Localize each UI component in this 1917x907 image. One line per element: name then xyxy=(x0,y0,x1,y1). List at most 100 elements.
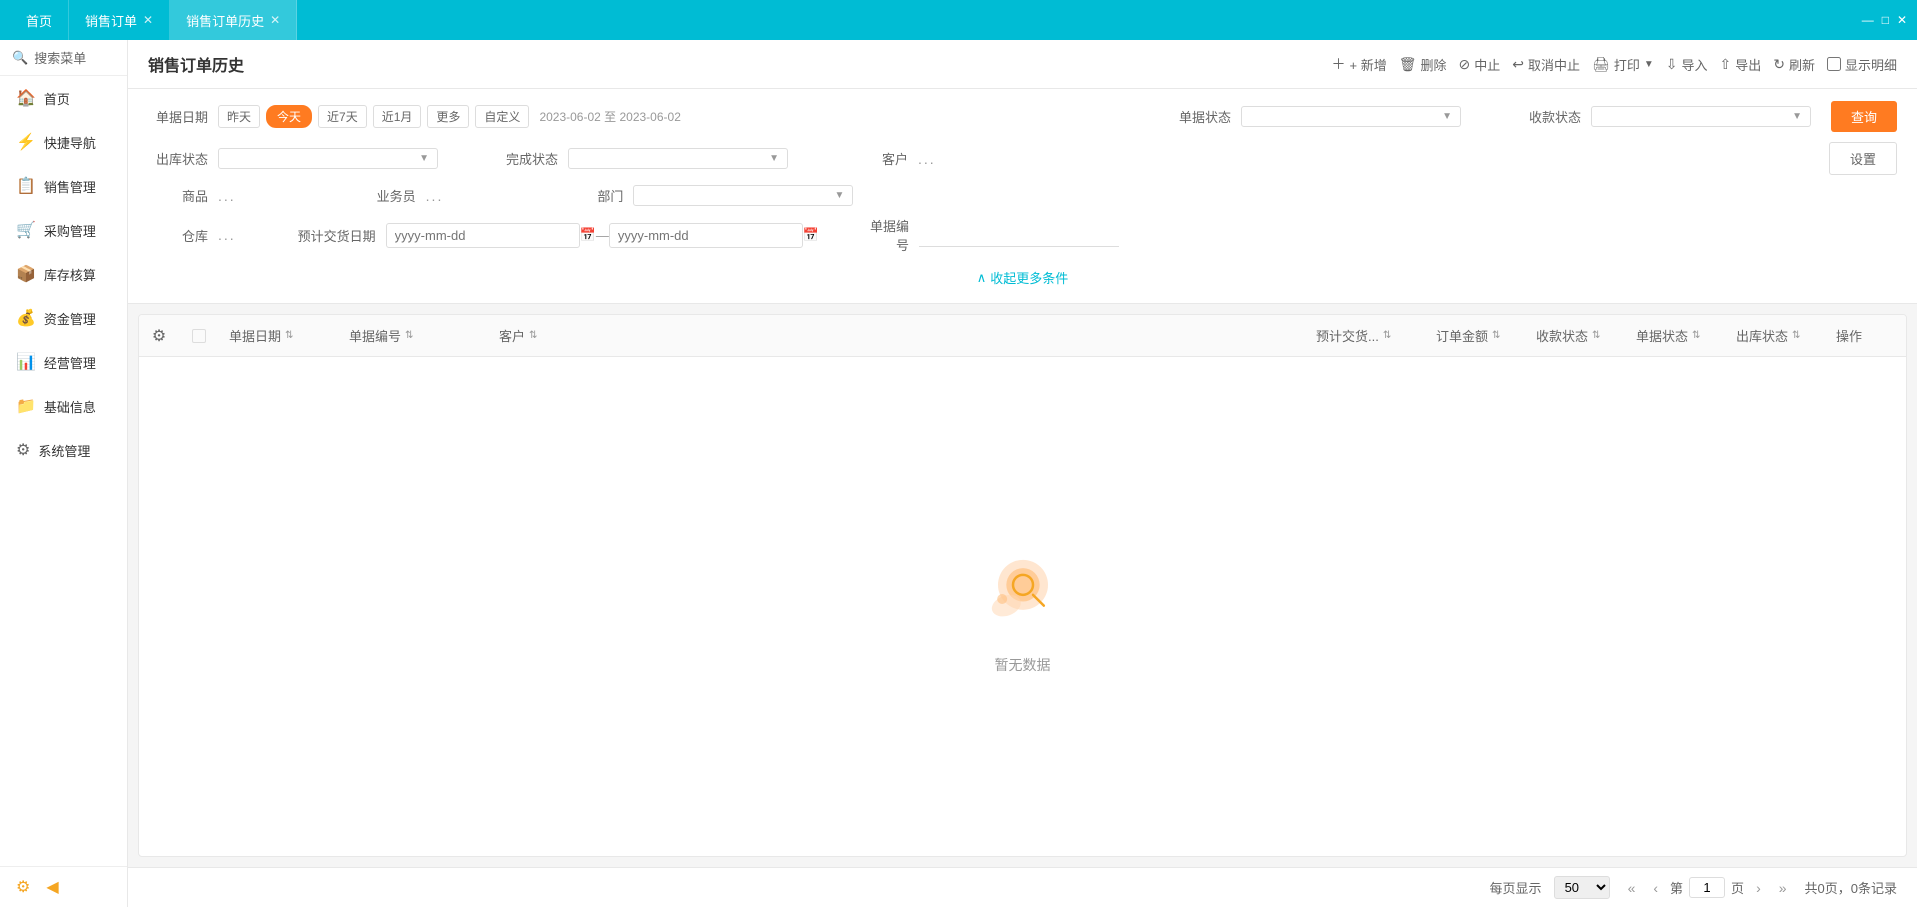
sidebar-item-purchase[interactable]: 🛒 采购管理 xyxy=(0,208,127,252)
sidebar-settings-icon[interactable]: ⚙ xyxy=(16,877,30,897)
table-settings-icon[interactable]: ⚙ xyxy=(152,326,166,346)
th-delivery[interactable]: 预计交货... ⇅ xyxy=(1306,326,1426,345)
home-icon: 🏠 xyxy=(16,88,36,108)
th-checkbox xyxy=(179,329,219,343)
new-button[interactable]: ＋ + 新增 xyxy=(1332,54,1387,74)
department-label: 部门 xyxy=(563,186,633,205)
tab-home[interactable]: 首页 xyxy=(10,0,69,40)
last-page-button[interactable]: » xyxy=(1773,878,1793,898)
date-btn-more[interactable]: 更多 xyxy=(427,105,469,128)
th-delivery-label: 预计交货... xyxy=(1316,326,1379,345)
print-button[interactable]: 🖨 打印 ▼ xyxy=(1592,55,1654,74)
complete-status-select[interactable]: ▼ xyxy=(568,148,788,169)
suspend-button[interactable]: ⊘ 中止 xyxy=(1459,55,1501,74)
date-btn-custom[interactable]: 自定义 xyxy=(475,105,529,128)
payment-status-select[interactable]: ▼ xyxy=(1591,106,1811,127)
delete-button[interactable]: 🗑 删除 xyxy=(1399,55,1447,74)
cancel-suspend-button[interactable]: ↩ 取消中止 xyxy=(1512,55,1580,74)
import-button[interactable]: ⇩ 导入 xyxy=(1666,55,1708,74)
sidebar-collapse-icon[interactable]: ◀ xyxy=(46,877,58,897)
product-picker[interactable]: ... xyxy=(218,188,236,204)
page-title: 销售订单历史 xyxy=(148,52,244,76)
customer-picker[interactable]: ... xyxy=(918,151,936,167)
warehouse-status-select[interactable]: ▼ xyxy=(218,148,438,169)
sidebar-item-operations[interactable]: 📊 经营管理 xyxy=(0,340,127,384)
voucher-number-input[interactable] xyxy=(919,223,1119,247)
th-payment-status[interactable]: 收款状态 ⇅ xyxy=(1526,326,1626,345)
import-label: 导入 xyxy=(1681,55,1707,74)
sidebar-item-sales[interactable]: 📋 销售管理 xyxy=(0,164,127,208)
sidebar-item-home-label: 首页 xyxy=(44,89,70,108)
complete-status-label: 完成状态 xyxy=(498,149,568,168)
th-order-status[interactable]: 单据状态 ⇅ xyxy=(1626,326,1726,345)
th-amount-label: 订单金额 xyxy=(1436,326,1488,345)
refresh-button[interactable]: ↻ 刷新 xyxy=(1773,55,1815,74)
th-customer[interactable]: 客户 ⇅ xyxy=(489,326,1306,345)
th-date[interactable]: 单据日期 ⇅ xyxy=(219,326,339,345)
search-bar[interactable]: 🔍 搜索菜单 xyxy=(0,40,127,76)
sidebar-item-finance[interactable]: 💰 资金管理 xyxy=(0,296,127,340)
sidebar-item-inventory[interactable]: 📦 库存核算 xyxy=(0,252,127,296)
finance-icon: 💰 xyxy=(16,308,36,328)
th-action-label: 操作 xyxy=(1836,326,1862,345)
delete-label: 删除 xyxy=(1421,55,1447,74)
date-btn-last7[interactable]: 近7天 xyxy=(318,105,367,128)
salesperson-picker[interactable]: ... xyxy=(426,188,444,204)
voucher-status-select[interactable]: ▼ xyxy=(1241,106,1461,127)
tab-sales-order-close[interactable]: ✕ xyxy=(143,13,153,27)
export-button[interactable]: ⇧ 导出 xyxy=(1719,55,1761,74)
date-btn-today[interactable]: 今天 xyxy=(266,105,312,128)
minimize-icon[interactable]: — xyxy=(1862,13,1874,27)
sidebar-item-home[interactable]: 🏠 首页 xyxy=(0,76,127,120)
show-detail-group: 显示明细 xyxy=(1827,55,1897,74)
next-page-button[interactable]: › xyxy=(1750,878,1767,898)
layout: 🔍 搜索菜单 🏠 首页 ⚡ 快捷导航 📋 销售管理 🛒 采购管理 📦 库存核算 … xyxy=(0,40,1917,907)
query-button[interactable]: 查询 xyxy=(1831,101,1897,132)
th-number-sort: ⇅ xyxy=(405,330,413,341)
show-detail-checkbox[interactable] xyxy=(1827,57,1841,71)
settings-button[interactable]: 设置 xyxy=(1829,142,1897,175)
date-btn-last1m[interactable]: 近1月 xyxy=(373,105,422,128)
tab-sales-history[interactable]: 销售订单历史 ✕ xyxy=(170,0,297,40)
tab-sales-history-close[interactable]: ✕ xyxy=(270,13,280,27)
sidebar-item-basics[interactable]: 📁 基础信息 xyxy=(0,384,127,428)
delivery-date-to[interactable] xyxy=(609,223,803,248)
collapse-button[interactable]: ∧ 收起更多条件 xyxy=(148,264,1897,291)
main-content: 销售订单历史 ＋ + 新增 🗑 删除 ⊘ 中止 ↩ 取消中止 xyxy=(128,40,1917,907)
delivery-date-from[interactable] xyxy=(386,223,580,248)
cancel-suspend-label: 取消中止 xyxy=(1528,55,1580,74)
print-arrow[interactable]: ▼ xyxy=(1644,59,1654,70)
total-records: 共0页，0条记录 xyxy=(1805,878,1897,897)
th-amount[interactable]: 订单金额 ⇅ xyxy=(1426,326,1526,345)
prev-page-button[interactable]: ‹ xyxy=(1647,878,1664,898)
page-size-select[interactable]: 50 20 100 xyxy=(1554,876,1610,899)
page-header: 销售订单历史 ＋ + 新增 🗑 删除 ⊘ 中止 ↩ 取消中止 xyxy=(128,40,1917,89)
th-date-label: 单据日期 xyxy=(229,326,281,345)
table-header: ⚙ 单据日期 ⇅ 单据编号 ⇅ 客户 ⇅ 预计交货... xyxy=(139,315,1906,357)
th-number[interactable]: 单据编号 ⇅ xyxy=(339,326,489,345)
page-number-input[interactable] xyxy=(1689,877,1725,898)
department-select[interactable]: ▼ xyxy=(633,185,853,206)
sidebar-item-quick-nav[interactable]: ⚡ 快捷导航 xyxy=(0,120,127,164)
warehouse-label: 仓库 xyxy=(148,226,218,245)
warehouse-picker[interactable]: ... xyxy=(218,227,236,243)
sidebar-item-inventory-label: 库存核算 xyxy=(44,265,96,284)
th-customer-sort: ⇅ xyxy=(529,330,537,341)
date-btn-yesterday[interactable]: 昨天 xyxy=(218,105,260,128)
calendar-from-icon[interactable]: 📅 xyxy=(580,227,596,243)
cancel-suspend-icon: ↩ xyxy=(1512,56,1524,73)
calendar-to-icon[interactable]: 📅 xyxy=(803,227,819,243)
first-page-button[interactable]: « xyxy=(1622,878,1642,898)
sidebar-item-operations-label: 经营管理 xyxy=(44,353,96,372)
th-warehouse-status[interactable]: 出库状态 ⇅ xyxy=(1726,326,1826,345)
print-label: 打印 xyxy=(1614,55,1640,74)
select-all-checkbox[interactable] xyxy=(192,329,206,343)
date-button-group: 昨天 今天 近7天 近1月 更多 自定义 2023-06-02 至 2023-0… xyxy=(218,105,681,128)
tab-sales-order[interactable]: 销售订单 ✕ xyxy=(69,0,170,40)
sidebar-item-system[interactable]: ⚙ 系统管理 xyxy=(0,428,127,472)
empty-text: 暂无数据 xyxy=(995,655,1051,675)
close-window-icon[interactable]: ✕ xyxy=(1897,13,1907,27)
search-label: 搜索菜单 xyxy=(34,48,86,67)
maximize-icon[interactable]: □ xyxy=(1882,13,1889,27)
sidebar-item-finance-label: 资金管理 xyxy=(44,309,96,328)
